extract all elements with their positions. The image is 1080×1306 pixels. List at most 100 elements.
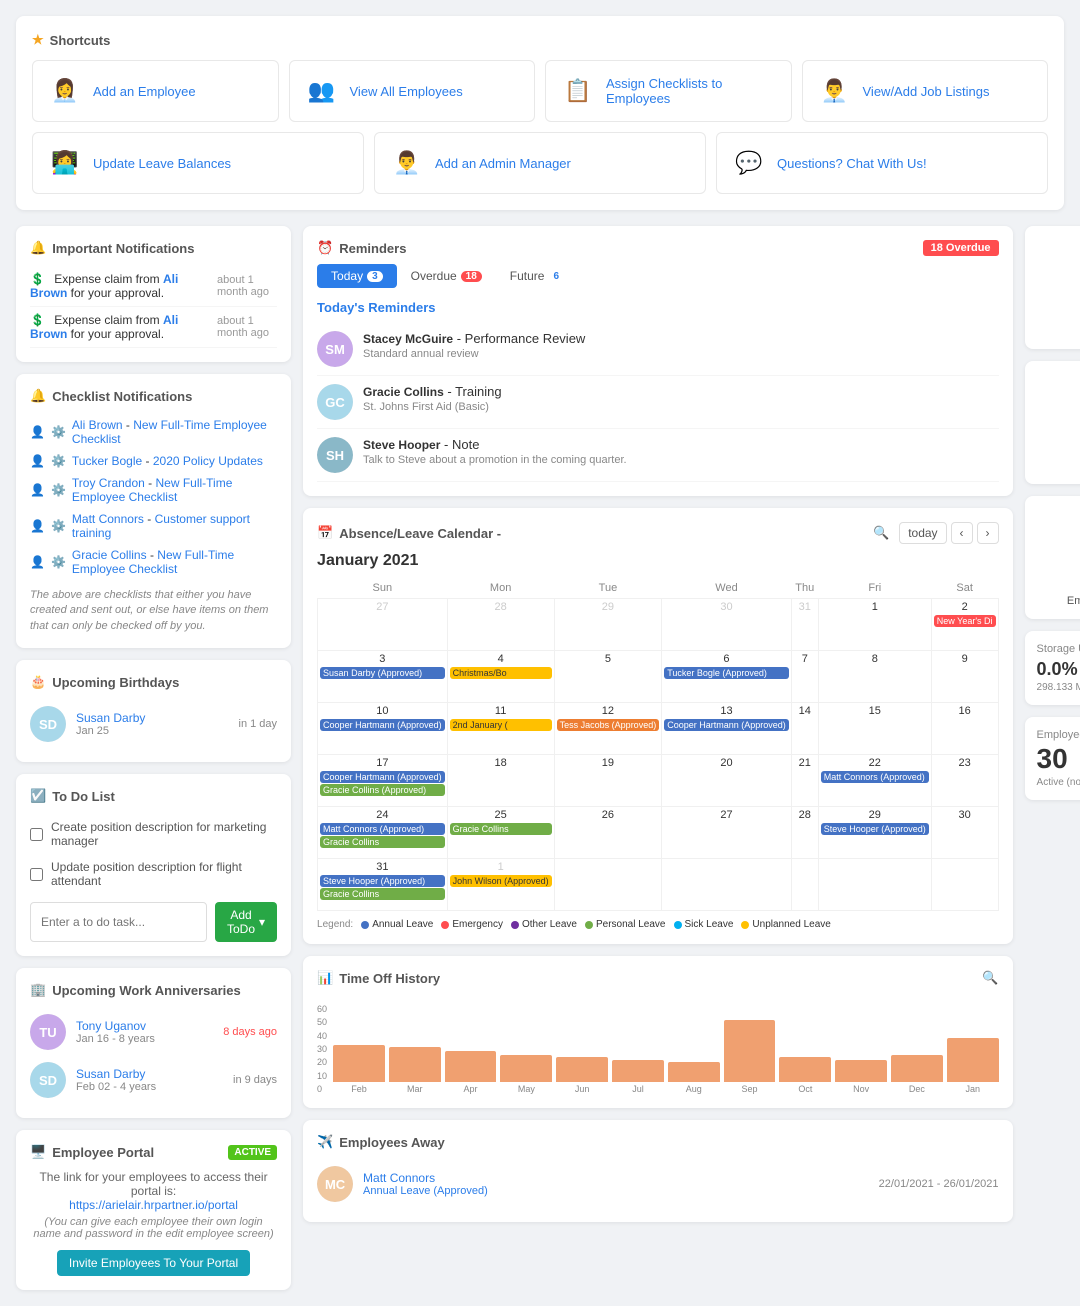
- calendar-legend: Legend: Annual Leave Emergency Other Lea…: [317, 919, 999, 930]
- calendar-next-btn[interactable]: ›: [977, 522, 999, 544]
- add-todo-button[interactable]: Add ToDo ▾: [215, 902, 277, 942]
- calendar-search-icon[interactable]: 🔍: [873, 525, 889, 541]
- cal-header-sat: Sat: [931, 578, 998, 599]
- bar-wrap: Oct: [779, 1004, 831, 1094]
- bar-label: Oct: [798, 1084, 812, 1094]
- away-name-0[interactable]: Matt Connors: [363, 1171, 869, 1185]
- todo-input[interactable]: [30, 902, 207, 942]
- anniv-avatar-1: SD: [30, 1062, 66, 1098]
- shortcut-add-admin[interactable]: 👨‍💼 Add an Admin Manager: [374, 132, 706, 194]
- bar-label: Jun: [575, 1084, 590, 1094]
- shortcut-assign-checklists[interactable]: 📋 Assign Checklists to Employees: [545, 60, 792, 122]
- checklist-item-0: 👤 ⚙️ Ali Brown - New Full-Time Employee …: [30, 414, 277, 450]
- bar-wrap: Jul: [612, 1004, 664, 1094]
- anniv-time-1: in 9 days: [233, 1074, 277, 1086]
- cal-cell: [554, 859, 662, 911]
- anniv-person-0: Tony Uganov Jan 16 - 8 years: [76, 1019, 213, 1045]
- away-card: ✈️ Employees Away MC Matt Connors Annual…: [303, 1120, 1013, 1222]
- bar-wrap: May: [500, 1004, 552, 1094]
- bar-label: Dec: [909, 1084, 925, 1094]
- calendar-icon: 📅: [317, 525, 333, 541]
- bar-label: Nov: [853, 1084, 869, 1094]
- todo-checkbox-0[interactable]: [30, 828, 43, 841]
- bar-wrap: Aug: [668, 1004, 720, 1094]
- y-axis-labels: 60 50 40 30 20 10 0: [317, 1004, 327, 1094]
- cal-event: 2nd January (: [450, 719, 552, 731]
- employment-status-card[interactable]: Employment Status: [1025, 496, 1080, 619]
- anniv-name-0[interactable]: Tony Uganov: [76, 1019, 213, 1033]
- tab-overdue[interactable]: Overdue 18: [397, 264, 496, 288]
- shortcut-view-employees[interactable]: 👥 View All Employees: [289, 60, 536, 122]
- employment-status-label: Employment Status: [1037, 595, 1080, 607]
- reminders-header: ⏰ Reminders 18 Overdue: [317, 240, 999, 256]
- cal-event: John Wilson (Approved): [450, 875, 552, 887]
- bar-label: Mar: [407, 1084, 423, 1094]
- calendar-prev-btn[interactable]: ‹: [951, 522, 973, 544]
- shortcut-chat[interactable]: 💬 Questions? Chat With Us!: [716, 132, 1048, 194]
- departments-card[interactable]: Departments: [1025, 361, 1080, 484]
- cal-cell: 15: [818, 703, 931, 755]
- timeoff-header: 📊 Time Off History 🔍: [317, 970, 999, 986]
- anniv-name-1[interactable]: Susan Darby: [76, 1067, 223, 1081]
- birthday-name-0[interactable]: Susan Darby: [76, 711, 229, 725]
- calendar-nav: 🔍 today ‹ ›: [873, 522, 999, 544]
- reminder-name-1: Gracie Collins: [363, 385, 444, 399]
- checklist-person-1[interactable]: Tucker Bogle: [72, 454, 142, 468]
- todo-checkbox-1[interactable]: [30, 868, 43, 881]
- cal-cell: 28: [791, 807, 818, 859]
- checklist-person-4[interactable]: Gracie Collins: [72, 548, 147, 562]
- reminder-type-0: - Performance Review: [457, 331, 586, 346]
- person-icon-0: 👤: [30, 425, 45, 439]
- bar: [891, 1055, 943, 1083]
- portal-body-text: The link for your employees to access th…: [30, 1170, 277, 1198]
- notif-link-2[interactable]: Ali Brown: [30, 313, 178, 341]
- checklist-person-0[interactable]: Ali Brown: [72, 418, 123, 432]
- portal-header: 🖥️ Employee Portal ACTIVE: [30, 1144, 277, 1160]
- cal-cell: 28: [447, 599, 554, 651]
- cal-event: Christmas/Bo: [450, 667, 552, 679]
- cal-event: Cooper Hartmann (Approved): [320, 771, 445, 783]
- birthday-person-info-0: Susan Darby Jan 25: [76, 711, 229, 737]
- todo-icon: ☑️: [30, 788, 46, 804]
- tab-future[interactable]: Future 6: [496, 264, 578, 288]
- bar: [445, 1051, 497, 1082]
- cal-cell: [818, 859, 931, 911]
- checklist-person-3[interactable]: Matt Connors: [72, 512, 144, 526]
- shortcut-assign-checklists-label: Assign Checklists to Employees: [606, 76, 777, 106]
- notif-icon-2: 💲: [30, 313, 45, 327]
- calendar-today-btn[interactable]: today: [899, 522, 946, 544]
- legend-dot-emergency: [441, 921, 449, 929]
- tab-future-count: 6: [548, 271, 564, 282]
- todo-title: ☑️ To Do List: [30, 788, 277, 804]
- cal-event: New Year's Di: [934, 615, 996, 627]
- shortcut-leave-balances[interactable]: 👩‍💻 Update Leave Balances: [32, 132, 364, 194]
- shortcut-add-employee[interactable]: 👩‍💼 Add an Employee: [32, 60, 279, 122]
- cal-cell: 30: [662, 599, 792, 651]
- invite-button[interactable]: Invite Employees To Your Portal: [57, 1250, 250, 1276]
- cal-cell: 13Cooper Hartmann (Approved): [662, 703, 792, 755]
- checklist-card: 🔔 Checklist Notifications 👤 ⚙️ Ali Brown…: [16, 374, 291, 648]
- shortcut-job-listings[interactable]: 👨‍💼 View/Add Job Listings: [802, 60, 1049, 122]
- notif-link-1[interactable]: Ali Brown: [30, 272, 178, 300]
- employee-mix-card[interactable]: Employee Mix: [1025, 226, 1080, 349]
- calendar-month: January 2021: [317, 552, 999, 570]
- checklist-link-1[interactable]: 2020 Policy Updates: [153, 454, 263, 468]
- portal-title: 🖥️ Employee Portal: [30, 1144, 154, 1160]
- add-admin-icon: 👨‍💼: [389, 145, 425, 181]
- shortcut-chat-label: Questions? Chat With Us!: [777, 156, 927, 171]
- portal-link[interactable]: https://arielair.hrpartner.io/portal: [69, 1198, 238, 1212]
- checklist-person-2[interactable]: Troy Crandon: [72, 476, 145, 490]
- cal-header-sun: Sun: [318, 578, 448, 599]
- bar-label: Feb: [351, 1084, 367, 1094]
- chat-icon: 💬: [731, 145, 767, 181]
- emp-count-title: Employee Count: [1037, 729, 1080, 741]
- legend-annual: Annual Leave: [361, 919, 433, 930]
- cal-cell: 8: [818, 651, 931, 703]
- cal-event: Tucker Bogle (Approved): [664, 667, 789, 679]
- bar-chart: FebMarAprMayJunJulAugSepOctNovDecJan: [333, 1004, 998, 1094]
- timeoff-search-icon[interactable]: 🔍: [982, 970, 998, 986]
- tab-overdue-count: 18: [461, 271, 482, 282]
- person-icon-4: 👤: [30, 555, 45, 569]
- left-column: 🔔 Important Notifications 💲 Expense clai…: [16, 226, 291, 1290]
- tab-today[interactable]: Today 3: [317, 264, 397, 288]
